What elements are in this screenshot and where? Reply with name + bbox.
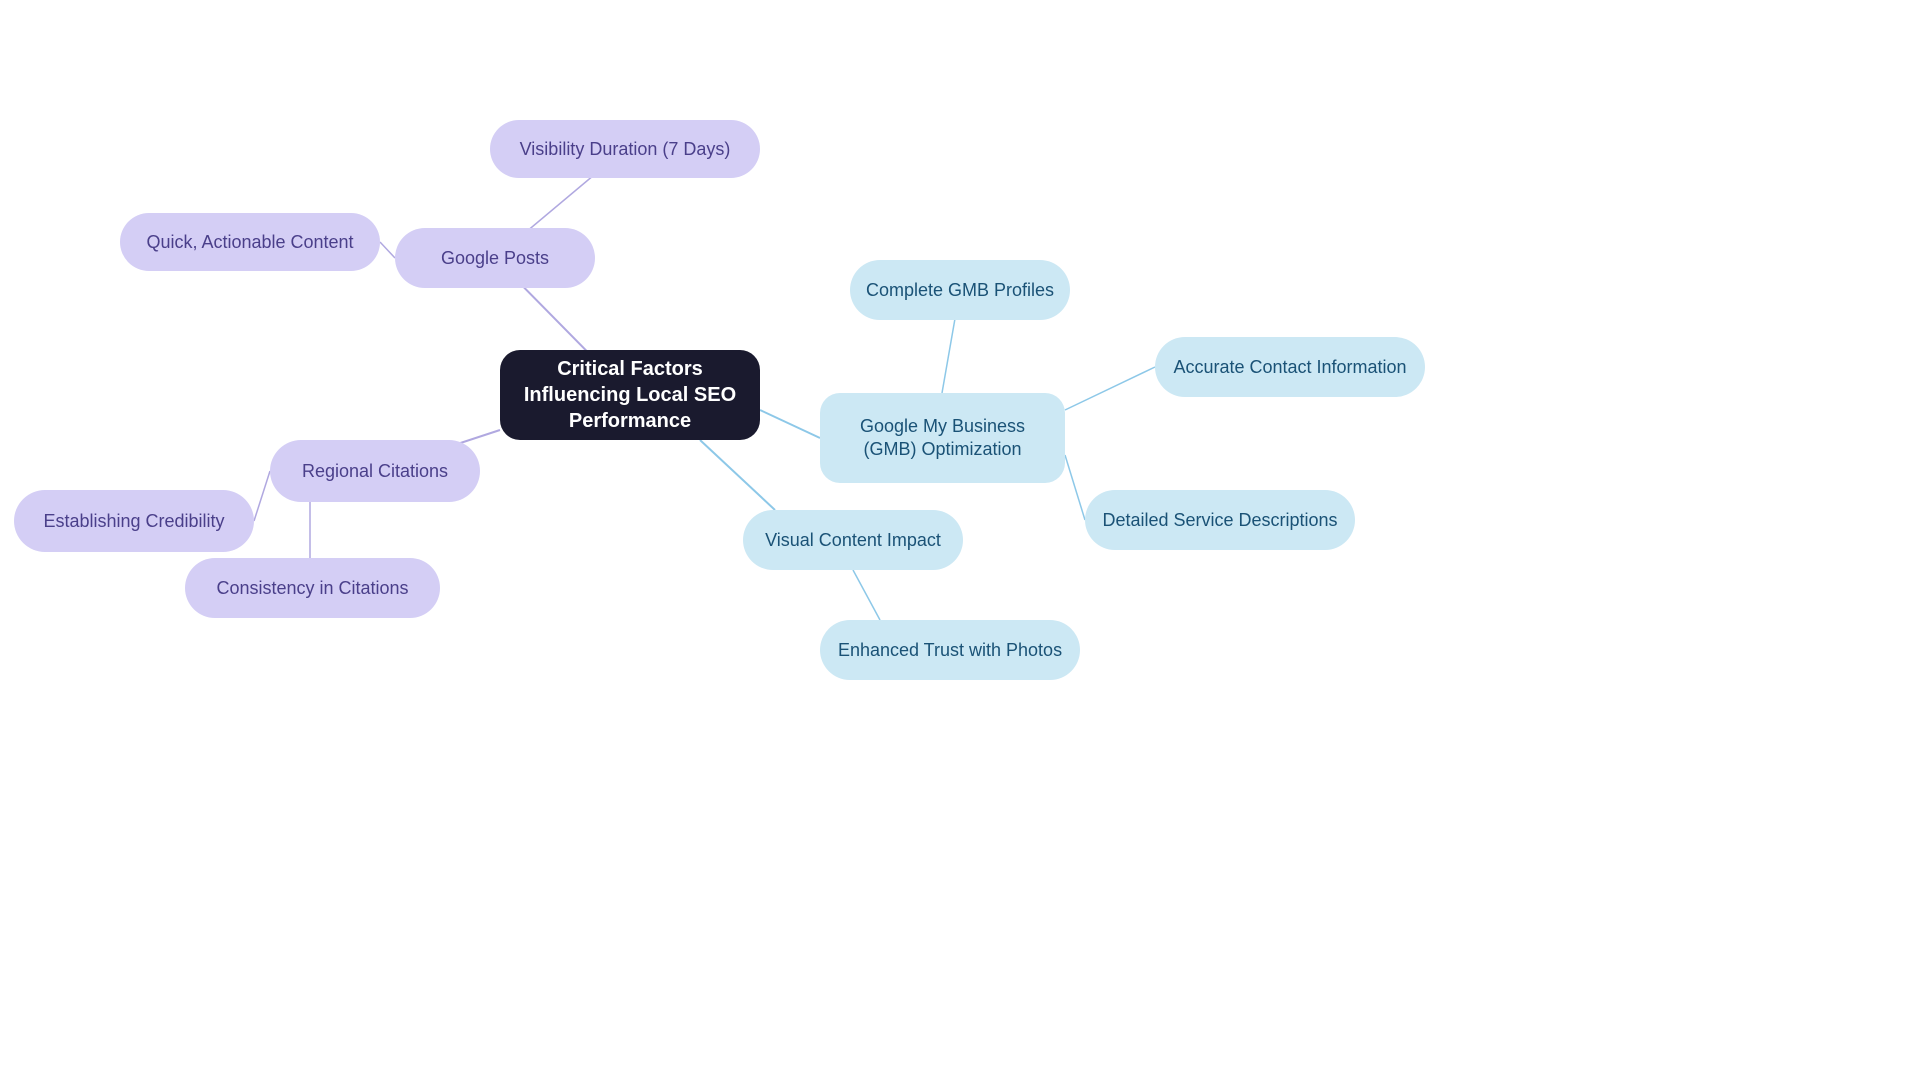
- enhanced-trust-node: Enhanced Trust with Photos: [820, 620, 1080, 680]
- gmb-node: Google My Business (GMB) Optimization: [820, 393, 1065, 483]
- center-node: Critical Factors Influencing Local SEO P…: [500, 350, 760, 440]
- regional-label: Regional Citations: [302, 461, 448, 482]
- accurate-label: Accurate Contact Information: [1173, 357, 1406, 378]
- quick-label: Quick, Actionable Content: [146, 232, 353, 253]
- establishing-label: Establishing Credibility: [43, 511, 224, 532]
- regional-citations-node: Regional Citations: [270, 440, 480, 502]
- consistency-citations-node: Consistency in Citations: [185, 558, 440, 618]
- gmb-label: Google My Business (GMB) Optimization: [842, 415, 1043, 462]
- visual-content-node: Visual Content Impact: [743, 510, 963, 570]
- center-label: Critical Factors Influencing Local SEO P…: [522, 356, 738, 434]
- visibility-label: Visibility Duration (7 Days): [520, 139, 731, 160]
- mind-map: Critical Factors Influencing Local SEO P…: [0, 0, 1920, 1083]
- accurate-contact-node: Accurate Contact Information: [1155, 337, 1425, 397]
- google-posts-label: Google Posts: [441, 248, 549, 269]
- quick-actionable-node: Quick, Actionable Content: [120, 213, 380, 271]
- enhanced-label: Enhanced Trust with Photos: [838, 640, 1062, 661]
- consistency-label: Consistency in Citations: [216, 578, 408, 599]
- visibility-node: Visibility Duration (7 Days): [490, 120, 760, 178]
- complete-gmb-node: Complete GMB Profiles: [850, 260, 1070, 320]
- establishing-credibility-node: Establishing Credibility: [14, 490, 254, 552]
- complete-gmb-label: Complete GMB Profiles: [866, 280, 1054, 301]
- detailed-label: Detailed Service Descriptions: [1102, 510, 1337, 531]
- visual-label: Visual Content Impact: [765, 530, 941, 551]
- google-posts-node: Google Posts: [395, 228, 595, 288]
- detailed-service-node: Detailed Service Descriptions: [1085, 490, 1355, 550]
